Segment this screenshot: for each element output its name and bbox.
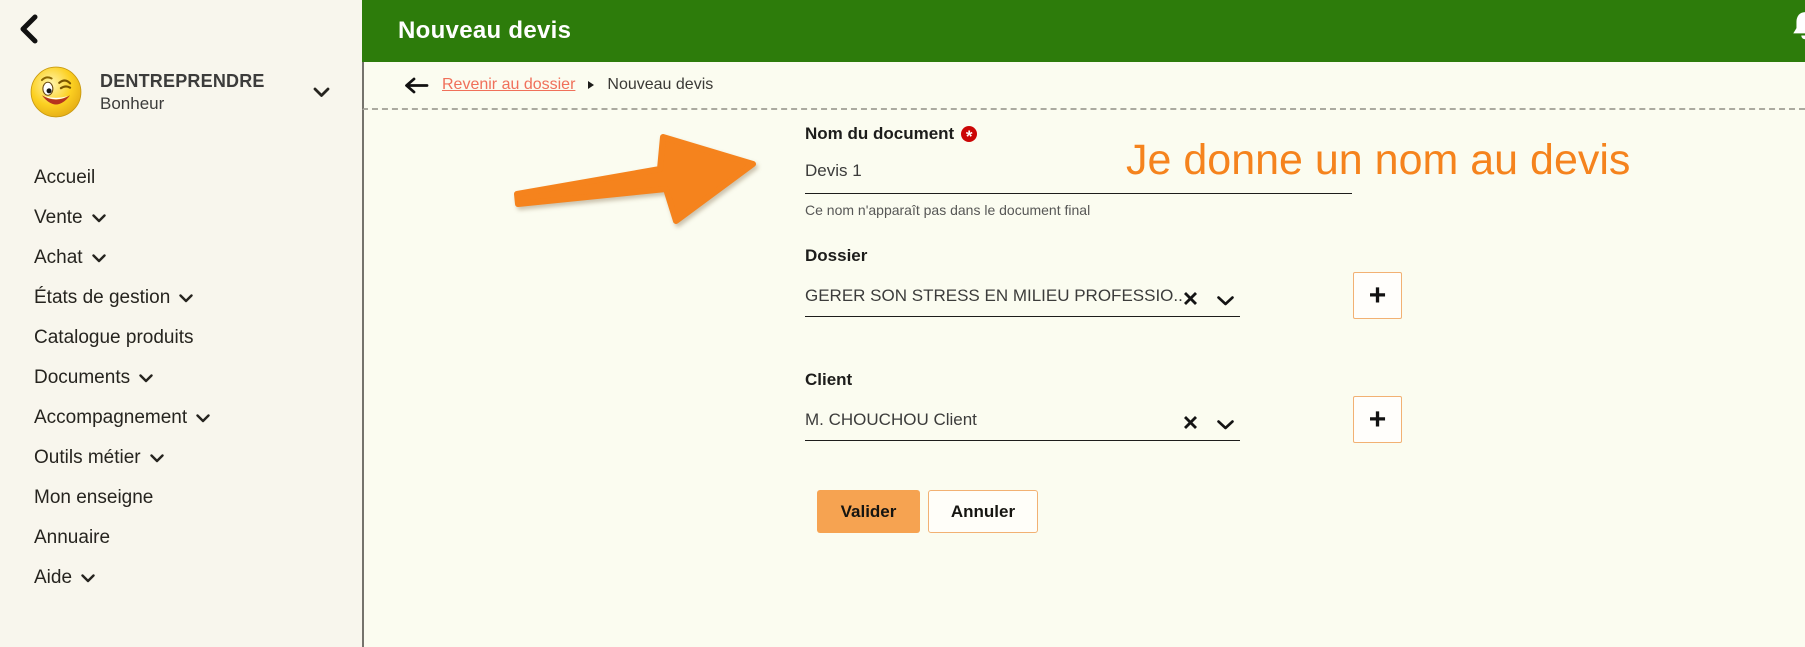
add-dossier-button[interactable]: + bbox=[1353, 272, 1402, 319]
clear-x-icon[interactable] bbox=[1183, 291, 1198, 306]
profile-subname: Bonheur bbox=[100, 93, 165, 113]
clear-x-icon[interactable] bbox=[1183, 415, 1198, 430]
sidebar-item-label: Outils métier bbox=[34, 447, 141, 468]
form-actions: Valider Annuler bbox=[817, 490, 1038, 533]
client-value: M. CHOUCHOU Client bbox=[805, 410, 977, 429]
breadcrumb-link-dossier[interactable]: Revenir au dossier bbox=[442, 76, 575, 94]
dossier-value: GERER SON STRESS EN MILIEU PROFESSIO... bbox=[805, 286, 1183, 305]
sidebar-item-accompagnement[interactable]: Accompagnement bbox=[0, 398, 362, 438]
client-label: Client bbox=[805, 370, 853, 389]
sidebar-item-label: Achat bbox=[34, 247, 83, 268]
profile-switcher[interactable]: DENTREPRENDRE Bonheur bbox=[30, 66, 334, 118]
sidebar-item-achat[interactable]: Achat bbox=[0, 238, 362, 278]
chevron-down-icon bbox=[313, 87, 330, 97]
sidebar-item-label: Mon enseigne bbox=[34, 487, 154, 508]
page-title: Nouveau devis bbox=[398, 17, 572, 44]
chevron-down-icon[interactable] bbox=[1217, 420, 1234, 430]
sidebar-item-label: Vente bbox=[34, 207, 83, 228]
chevron-down-icon bbox=[91, 213, 106, 222]
chevron-down-icon[interactable] bbox=[1217, 296, 1234, 306]
main-content: Je donne un nom au devis Nom du document… bbox=[362, 110, 1805, 647]
chevron-left-icon bbox=[20, 14, 38, 43]
sidebar-item-catalogue-produits[interactable]: Catalogue produits bbox=[0, 318, 362, 358]
sidebar-item-label: Aide bbox=[34, 567, 73, 588]
annotation-arrow bbox=[514, 134, 756, 224]
sidebar-item-aide[interactable]: Aide bbox=[0, 558, 362, 598]
chevron-down-icon bbox=[91, 253, 106, 262]
cancel-button[interactable]: Annuler bbox=[928, 490, 1038, 533]
sidebar-collapse-button[interactable] bbox=[12, 13, 46, 47]
sidebar-item-label: Documents bbox=[34, 367, 131, 388]
sidebar-item-vente[interactable]: Vente bbox=[0, 198, 362, 238]
sidebar-item-label: Accompagnement bbox=[34, 407, 188, 428]
chevron-down-icon bbox=[196, 413, 210, 422]
sidebar-menu: Accueil Vente Achat États de gestion Catalog… bbox=[0, 158, 362, 598]
sidebar-item-mon-enseigne[interactable]: Mon enseigne bbox=[0, 478, 362, 518]
validate-button[interactable]: Valider bbox=[817, 490, 920, 533]
page-header: Nouveau devis bbox=[362, 0, 1805, 62]
notifications-bell-icon[interactable] bbox=[1790, 11, 1805, 43]
document-name-input[interactable]: Devis 1 bbox=[805, 150, 1352, 194]
dossier-select[interactable]: GERER SON STRESS EN MILIEU PROFESSIO... bbox=[805, 274, 1240, 317]
document-name-helper: Ce nom n'apparaît pas dans le document f… bbox=[805, 202, 1091, 218]
sidebar: DENTREPRENDRE Bonheur Accueil Vente Achat É… bbox=[0, 0, 362, 647]
sidebar-item-etats-de-gestion[interactable]: États de gestion bbox=[0, 278, 362, 318]
new-quote-form: Nom du document * Devis 1 Ce nom n'appar… bbox=[805, 124, 1445, 564]
breadcrumb-current: Nouveau devis bbox=[607, 76, 714, 93]
sidebar-item-annuaire[interactable]: Annuaire bbox=[0, 518, 362, 558]
add-client-button[interactable]: + bbox=[1353, 396, 1402, 443]
document-name-value: Devis 1 bbox=[805, 161, 862, 180]
sidebar-item-label: Accueil bbox=[34, 167, 96, 188]
back-arrow-icon[interactable] bbox=[403, 77, 429, 94]
breadcrumb: Revenir au dossier Nouveau devis bbox=[362, 62, 1805, 110]
chevron-down-icon bbox=[139, 373, 153, 382]
required-asterisk-icon: * bbox=[961, 126, 978, 146]
profile-name: DENTREPRENDRE bbox=[100, 70, 265, 91]
plus-icon: + bbox=[1368, 278, 1387, 312]
sidebar-item-label: Catalogue produits bbox=[34, 327, 194, 348]
chevron-down-icon bbox=[81, 573, 95, 582]
sidebar-item-label: Annuaire bbox=[34, 527, 111, 548]
breadcrumb-separator-icon bbox=[588, 81, 595, 89]
winking-smiley-avatar bbox=[30, 66, 82, 118]
sidebar-item-accueil[interactable]: Accueil bbox=[0, 158, 362, 198]
chevron-down-icon bbox=[149, 453, 164, 462]
chevron-down-icon bbox=[179, 293, 193, 302]
client-select[interactable]: M. CHOUCHOU Client bbox=[805, 398, 1240, 441]
document-name-label: Nom du document * bbox=[805, 124, 978, 146]
dossier-label: Dossier bbox=[805, 246, 868, 265]
sidebar-item-label: États de gestion bbox=[34, 287, 171, 308]
sidebar-item-documents[interactable]: Documents bbox=[0, 358, 362, 398]
sidebar-item-outils-metier[interactable]: Outils métier bbox=[0, 438, 362, 478]
plus-icon: + bbox=[1368, 402, 1387, 436]
